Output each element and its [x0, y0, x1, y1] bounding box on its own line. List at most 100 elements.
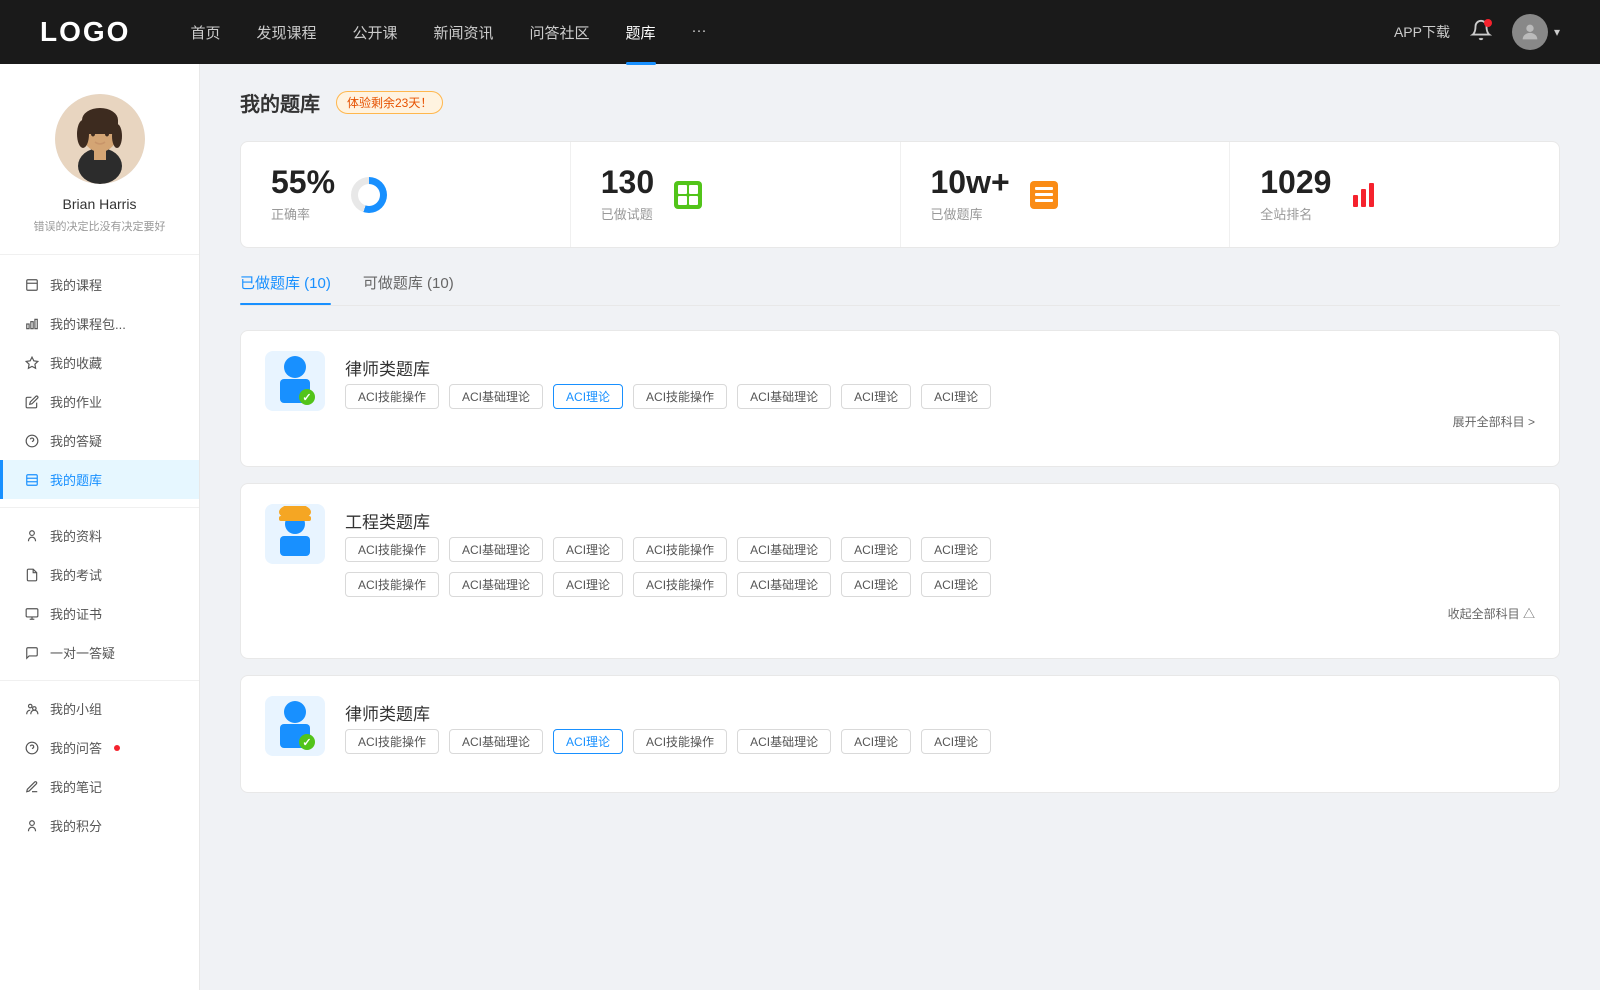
bank-title-2: 工程类题库 [345, 508, 1535, 533]
tag-2-1[interactable]: ACI技能操作 [345, 537, 439, 562]
sidebar-item-my-notes[interactable]: 我的笔记 [0, 767, 199, 806]
nav-more[interactable]: ··· [692, 22, 707, 43]
expand-link-1[interactable]: 展开全部科目 > [345, 409, 1535, 430]
nav-qa[interactable]: 问答社区 [530, 22, 590, 43]
stat-ranking-value: 1029 [1260, 166, 1331, 198]
tab-done-banks[interactable]: 已做题库 (10) [240, 272, 331, 305]
nav-right: APP下载 ▾ [1394, 14, 1560, 50]
notification-bell[interactable] [1470, 19, 1492, 46]
tag-1-7[interactable]: ACI理论 [921, 384, 991, 409]
sidebar-label-my-cert: 我的证书 [50, 604, 102, 623]
notes-icon [24, 779, 40, 795]
tag-2-4[interactable]: ACI技能操作 [633, 537, 727, 562]
stat-ranking: 1029 全站排名 [1230, 142, 1559, 247]
sidebar-item-my-cert[interactable]: 我的证书 [0, 594, 199, 633]
red-chart-icon [1351, 181, 1379, 209]
tag-2-6[interactable]: ACI理论 [841, 537, 911, 562]
chevron-down-icon: ▾ [1554, 25, 1560, 39]
tab-available-banks[interactable]: 可做题库 (10) [363, 272, 454, 305]
user-avatar-wrapper[interactable]: ▾ [1512, 14, 1560, 50]
sidebar-item-my-homework[interactable]: 我的作业 [0, 382, 199, 421]
tag-2-2[interactable]: ACI基础理论 [449, 537, 543, 562]
user-name: Brian Harris [63, 196, 137, 212]
tag-2-7[interactable]: ACI理论 [921, 537, 991, 562]
tag-2-3[interactable]: ACI理论 [553, 537, 623, 562]
app-download-button[interactable]: APP下载 [1394, 22, 1450, 42]
sidebar-item-my-bank[interactable]: 我的题库 [0, 460, 199, 499]
profile-avatar [55, 94, 145, 184]
nav-news[interactable]: 新闻资讯 [434, 22, 494, 43]
sidebar-label-my-exam: 我的考试 [50, 565, 102, 584]
nav-question-bank[interactable]: 题库 [626, 22, 656, 43]
sidebar-item-my-course[interactable]: 我的课程 [0, 265, 199, 304]
sidebar-label-my-group: 我的小组 [50, 699, 102, 718]
tag-1-4[interactable]: ACI技能操作 [633, 384, 727, 409]
user-profile: Brian Harris 错误的决定比没有决定要好 [0, 94, 199, 255]
sidebar-item-my-points[interactable]: 我的积分 [0, 806, 199, 845]
bank-card-header-2: 工程类题库 ACI技能操作 ACI基础理论 ACI理论 ACI技能操作 ACI基… [265, 504, 1535, 622]
bank-card-lawyer-2: ✓ 律师类题库 ACI技能操作 ACI基础理论 ACI理论 ACI技能操作 AC… [240, 675, 1560, 793]
tags-row-2a: ACI技能操作 ACI基础理论 ACI理论 ACI技能操作 ACI基础理论 AC… [345, 537, 1535, 562]
sidebar-item-my-questions[interactable]: 我的问答 [0, 728, 199, 767]
tag-3-2[interactable]: ACI基础理论 [449, 729, 543, 754]
tag-3-1[interactable]: ACI技能操作 [345, 729, 439, 754]
nav-home[interactable]: 首页 [190, 22, 220, 43]
nav-links: 首页 发现课程 公开课 新闻资讯 问答社区 题库 ··· [190, 22, 1394, 43]
tag-2b-3[interactable]: ACI理论 [553, 572, 623, 597]
logo[interactable]: LOGO [40, 16, 130, 48]
sidebar-item-my-profile[interactable]: 我的资料 [0, 516, 199, 555]
exam-icon [24, 567, 40, 583]
accuracy-icon [351, 177, 387, 213]
sidebar-item-my-qa[interactable]: 我的答疑 [0, 421, 199, 460]
done-banks-icon [1026, 177, 1062, 213]
tags-section-2: 工程类题库 ACI技能操作 ACI基础理论 ACI理论 ACI技能操作 ACI基… [345, 504, 1535, 622]
stat-done-banks: 10w+ 已做题库 [901, 142, 1231, 247]
lawyer-icon-svg: ✓ [270, 353, 320, 409]
tag-3-3[interactable]: ACI理论 [553, 729, 623, 754]
sidebar-item-my-favorites[interactable]: 我的收藏 [0, 343, 199, 382]
tags-section-1: 律师类题库 ACI技能操作 ACI基础理论 ACI理论 ACI技能操作 ACI基… [345, 351, 1535, 430]
ranking-icon [1347, 177, 1383, 213]
stat-done-questions: 130 已做试题 [571, 142, 901, 247]
tag-3-5[interactable]: ACI基础理论 [737, 729, 831, 754]
tag-2b-5[interactable]: ACI基础理论 [737, 572, 831, 597]
tag-2b-1[interactable]: ACI技能操作 [345, 572, 439, 597]
sidebar-label-my-bank: 我的题库 [50, 470, 102, 489]
help-circle-icon [24, 433, 40, 449]
tag-3-7[interactable]: ACI理论 [921, 729, 991, 754]
tags-row-2b: ACI技能操作 ACI基础理论 ACI理论 ACI技能操作 ACI基础理论 AC… [345, 572, 1535, 597]
tag-1-2[interactable]: ACI基础理论 [449, 384, 543, 409]
tag-1-6[interactable]: ACI理论 [841, 384, 911, 409]
page-header: 我的题库 体验剩余23天！ [240, 88, 1560, 117]
stat-done-banks-value: 10w+ [931, 166, 1010, 198]
tag-2b-2[interactable]: ACI基础理论 [449, 572, 543, 597]
sidebar-item-my-exam[interactable]: 我的考试 [0, 555, 199, 594]
bar-chart-icon [24, 316, 40, 332]
tag-3-4[interactable]: ACI技能操作 [633, 729, 727, 754]
tag-1-5[interactable]: ACI基础理论 [737, 384, 831, 409]
tag-2b-6[interactable]: ACI理论 [841, 572, 911, 597]
bank-icon-engineer [265, 504, 325, 564]
tag-2b-7[interactable]: ACI理论 [921, 572, 991, 597]
engineer-icon-svg [270, 506, 320, 562]
sidebar-label-my-points: 我的积分 [50, 816, 102, 835]
tags-row-1: ACI技能操作 ACI基础理论 ACI理论 ACI技能操作 ACI基础理论 AC… [345, 384, 1535, 409]
svg-text:✓: ✓ [302, 392, 311, 404]
main-content: 我的题库 体验剩余23天！ 55% 正确率 130 已做试题 [200, 64, 1600, 990]
tag-3-6[interactable]: ACI理论 [841, 729, 911, 754]
question-bank-icon [24, 472, 40, 488]
nav-discover[interactable]: 发现课程 [256, 22, 316, 43]
question-notification-dot [114, 745, 120, 751]
stat-ranking-text: 1029 全站排名 [1260, 166, 1331, 223]
tag-2b-4[interactable]: ACI技能操作 [633, 572, 727, 597]
sidebar-item-my-group[interactable]: 我的小组 [0, 689, 199, 728]
sidebar-item-one-on-one[interactable]: 一对一答疑 [0, 633, 199, 672]
tag-1-3[interactable]: ACI理论 [553, 384, 623, 409]
nav-open-course[interactable]: 公开课 [352, 22, 397, 43]
bank-title-3: 律师类题库 [345, 700, 1535, 725]
sidebar-label-my-profile: 我的资料 [50, 526, 102, 545]
collapse-link-2[interactable]: 收起全部科目 △ [345, 597, 1535, 622]
tag-2-5[interactable]: ACI基础理论 [737, 537, 831, 562]
tag-1-1[interactable]: ACI技能操作 [345, 384, 439, 409]
sidebar-item-my-package[interactable]: 我的课程包... [0, 304, 199, 343]
